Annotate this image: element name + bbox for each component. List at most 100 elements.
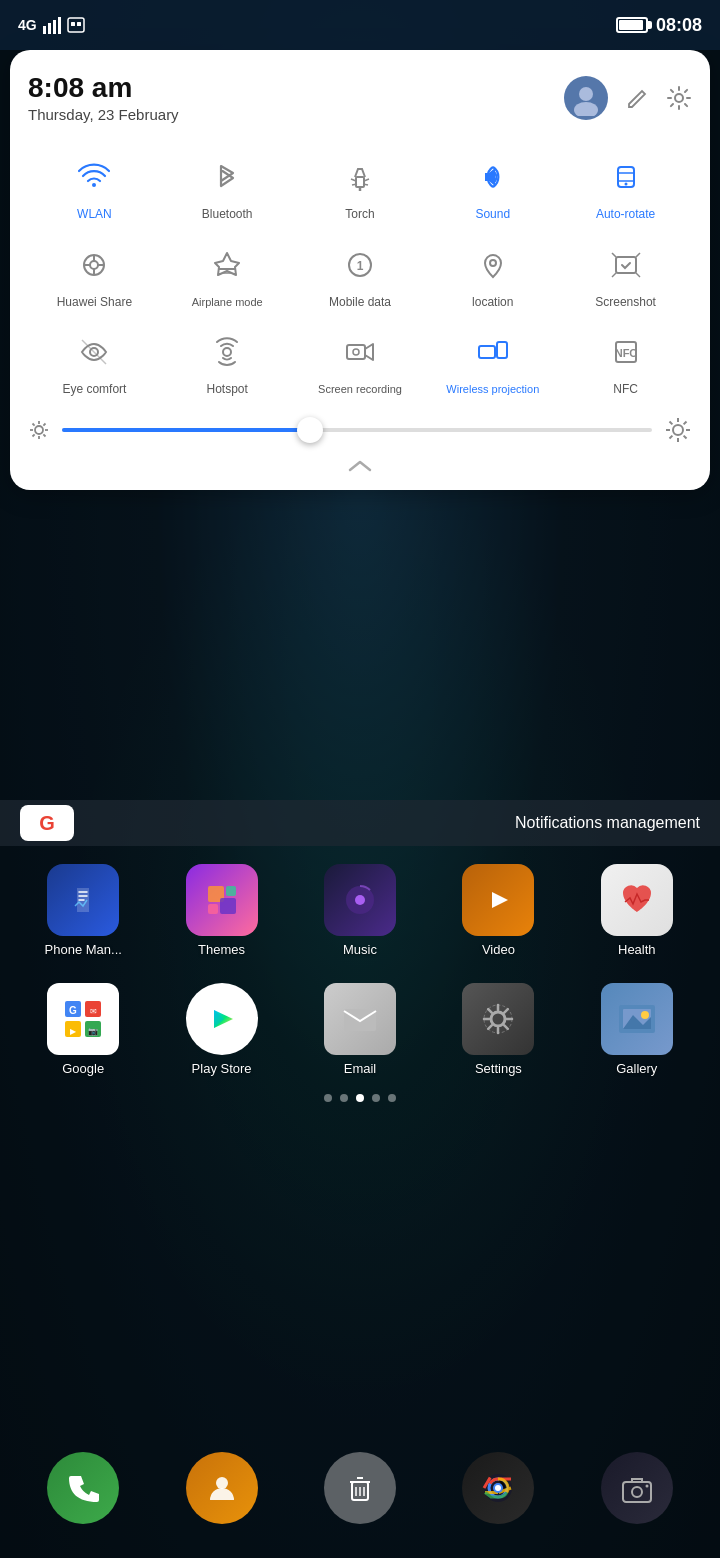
toggle-sound[interactable]: Sound (426, 143, 559, 231)
video-label: Video (482, 942, 515, 957)
toggle-nfc[interactable]: NFC NFC (559, 318, 692, 406)
music-icon (324, 864, 396, 936)
svg-line-49 (43, 423, 45, 425)
toggle-huawei-share[interactable]: Huawei Share (28, 231, 161, 319)
svg-line-14 (352, 184, 357, 185)
page-dot-5 (388, 1094, 396, 1102)
clock: 08:08 (656, 15, 702, 36)
svg-point-34 (223, 348, 231, 356)
video-icon (462, 864, 534, 936)
user-avatar[interactable] (564, 76, 608, 120)
svg-line-57 (684, 435, 687, 438)
dock-camera[interactable] (568, 1444, 706, 1538)
settings-icon[interactable] (666, 85, 692, 111)
page-dot-4 (372, 1094, 380, 1102)
toggle-location[interactable]: location (426, 231, 559, 319)
email-icon (324, 983, 396, 1055)
svg-point-26 (490, 260, 496, 266)
notifications-management-label[interactable]: Notifications management (515, 814, 700, 832)
mobile-data-icon: 1 (336, 241, 384, 289)
svg-point-8 (574, 102, 598, 116)
signal-bars-icon (43, 16, 61, 34)
google-label: Google (62, 1061, 104, 1076)
health-icon (601, 864, 673, 936)
toggle-screen-recording[interactable]: Screen recording (294, 318, 427, 406)
svg-text:✉: ✉ (90, 1007, 97, 1016)
svg-point-17 (624, 183, 627, 186)
svg-rect-39 (497, 342, 507, 358)
brightness-slider[interactable] (62, 428, 652, 432)
auto-rotate-icon (602, 153, 650, 201)
toggle-torch[interactable]: Torch (294, 143, 427, 231)
svg-line-31 (636, 273, 640, 277)
toggle-airplane-mode[interactable]: Airplane mode (161, 231, 294, 319)
signal-4g: 4G (18, 17, 37, 33)
app-themes[interactable]: Themes (152, 856, 290, 965)
google-search-bar: G (20, 805, 74, 841)
sound-icon (469, 153, 517, 201)
app-music[interactable]: Music (291, 856, 429, 965)
huawei-share-icon (70, 241, 118, 289)
auto-rotate-label: Auto-rotate (596, 207, 655, 223)
torch-icon (336, 153, 384, 201)
svg-point-85 (641, 1011, 649, 1019)
dock-phone[interactable] (14, 1444, 152, 1538)
toggle-hotspot[interactable]: Hotspot (161, 318, 294, 406)
svg-line-48 (43, 434, 45, 436)
qs-collapse-button[interactable] (28, 458, 692, 474)
app-row-2: G ✉ ▶ 📷 Google (14, 975, 706, 1084)
svg-rect-38 (479, 346, 495, 358)
nfc-icon: NFC (602, 328, 650, 376)
app-phone-manager[interactable]: Phone Man... (14, 856, 152, 965)
svg-line-50 (33, 434, 35, 436)
toggle-wlan[interactable]: WLAN (28, 143, 161, 231)
app-gallery[interactable]: Gallery (568, 975, 706, 1084)
settings-label: Settings (475, 1061, 522, 1076)
toggle-wireless-projection[interactable]: Wireless projection (426, 318, 559, 406)
toggle-mobile-data[interactable]: 1 Mobile data (294, 231, 427, 319)
svg-rect-1 (48, 23, 51, 34)
toggle-bluetooth[interactable]: Bluetooth (161, 143, 294, 231)
app-google[interactable]: G ✉ ▶ 📷 Google (14, 975, 152, 1084)
themes-label: Themes (198, 942, 245, 957)
bluetooth-icon (203, 153, 251, 201)
svg-rect-6 (77, 22, 81, 26)
eye-comfort-icon (70, 328, 118, 376)
app-play-store[interactable]: Play Store (152, 975, 290, 1084)
dock-chrome[interactable] (429, 1444, 567, 1538)
app-settings[interactable]: Settings (429, 975, 567, 1084)
screen-recording-label: Screen recording (318, 382, 402, 396)
app-email[interactable]: Email (291, 975, 429, 1084)
dock-row (14, 1444, 706, 1538)
app-video[interactable]: Video (429, 856, 567, 965)
sim-icon (67, 16, 87, 34)
page-dot-2 (340, 1094, 348, 1102)
svg-line-28 (612, 253, 616, 257)
app-health[interactable]: Health (568, 856, 706, 965)
svg-point-65 (355, 895, 365, 905)
svg-line-30 (612, 273, 616, 277)
toggle-eye-comfort[interactable]: Eye comfort (28, 318, 161, 406)
nfc-label: NFC (613, 382, 638, 398)
toggle-auto-rotate[interactable]: Auto-rotate (559, 143, 692, 231)
svg-point-42 (35, 426, 43, 434)
dock-contacts[interactable] (152, 1444, 290, 1538)
health-label: Health (618, 942, 656, 957)
quick-settings-panel: 8:08 am Thursday, 23 February (10, 50, 710, 490)
airplane-mode-label: Airplane mode (192, 295, 263, 309)
page-dot-3 (356, 1094, 364, 1102)
toggle-screenshot[interactable]: Screenshot (559, 231, 692, 319)
email-label: Email (344, 1061, 377, 1076)
music-label: Music (343, 942, 377, 957)
themes-icon (186, 864, 258, 936)
svg-marker-66 (492, 892, 508, 908)
dock-delete[interactable] (291, 1444, 429, 1538)
notif-strip: G Notifications management (0, 800, 720, 846)
svg-line-58 (684, 421, 687, 424)
qs-time: 8:08 am (28, 72, 179, 104)
contacts-icon (186, 1452, 258, 1524)
svg-line-47 (33, 423, 35, 425)
phone-manager-icon (47, 864, 119, 936)
edit-icon[interactable] (626, 87, 648, 109)
screen-recording-icon (336, 328, 384, 376)
